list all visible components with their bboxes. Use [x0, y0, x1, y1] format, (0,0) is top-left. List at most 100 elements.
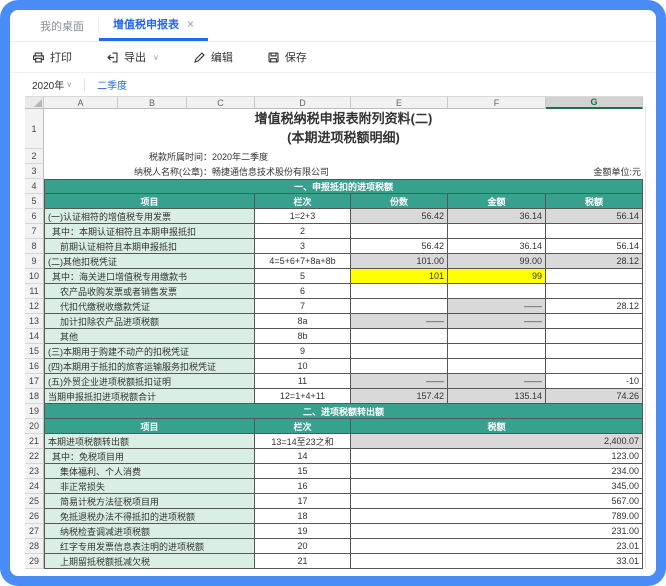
row-number[interactable]: 23: [25, 464, 44, 479]
value-cell[interactable]: 123.00: [351, 449, 643, 464]
row-number[interactable]: 11: [25, 284, 44, 299]
item-cell[interactable]: 红字专用发票信息表注明的进项税额: [44, 539, 255, 554]
value-cell[interactable]: [351, 224, 448, 239]
row-number[interactable]: 8: [25, 239, 44, 254]
value-cell[interactable]: 28.12: [546, 299, 643, 314]
row-number[interactable]: 3: [25, 164, 44, 179]
line-number-cell[interactable]: 19: [255, 524, 351, 539]
row-number[interactable]: 25: [25, 494, 44, 509]
value-cell[interactable]: 99: [448, 269, 546, 284]
value-cell[interactable]: 567.00: [351, 494, 643, 509]
line-number-cell[interactable]: 18: [255, 509, 351, 524]
line-number-cell[interactable]: 9: [255, 344, 351, 359]
item-cell[interactable]: 免抵退税办法不得抵扣的进项税额: [44, 509, 255, 524]
line-number-cell[interactable]: 2: [255, 224, 351, 239]
item-cell[interactable]: 集体福利、个人消费: [44, 464, 255, 479]
value-cell[interactable]: [351, 359, 448, 374]
value-cell[interactable]: 2,400.07: [351, 434, 643, 449]
line-number-cell[interactable]: 15: [255, 464, 351, 479]
value-cell[interactable]: -10: [546, 374, 643, 389]
tab-my-desktop[interactable]: 我的桌面: [26, 10, 98, 41]
row-number[interactable]: 19: [25, 404, 44, 419]
period-row-cell[interactable]: 税款所属时间： 2020年二季度: [44, 149, 643, 164]
item-cell[interactable]: 简易计税方法征税项目用: [44, 494, 255, 509]
value-cell[interactable]: [546, 224, 643, 239]
row-number[interactable]: 26: [25, 509, 44, 524]
line-number-cell[interactable]: 11: [255, 374, 351, 389]
row-number[interactable]: 10: [25, 269, 44, 284]
row-number[interactable]: 6: [25, 209, 44, 224]
row-number[interactable]: 7: [25, 224, 44, 239]
row-number[interactable]: 5: [25, 194, 44, 209]
row-number[interactable]: 28: [25, 539, 44, 554]
column-header-G[interactable]: G: [546, 96, 643, 109]
column-header-B[interactable]: B: [118, 96, 187, 109]
line-number-cell[interactable]: 21: [255, 554, 351, 569]
row-number[interactable]: 2: [25, 149, 44, 164]
line-number-cell[interactable]: 4=5+6+7+8a+8b: [255, 254, 351, 269]
row-number[interactable]: 17: [25, 374, 44, 389]
value-cell[interactable]: [351, 329, 448, 344]
row-number[interactable]: 12: [25, 299, 44, 314]
year-chevron-down-icon[interactable]: ∨: [66, 80, 72, 89]
value-cell[interactable]: 36.14: [448, 209, 546, 224]
value-cell[interactable]: [448, 344, 546, 359]
value-cell[interactable]: 231.00: [351, 524, 643, 539]
line-number-cell[interactable]: 3: [255, 239, 351, 254]
column-header-F[interactable]: F: [448, 96, 546, 109]
value-cell[interactable]: 99.00: [448, 254, 546, 269]
line-number-cell[interactable]: 12=1+4+11: [255, 389, 351, 404]
line-number-cell[interactable]: 6: [255, 284, 351, 299]
value-cell[interactable]: [546, 284, 643, 299]
row-number[interactable]: 4: [25, 179, 44, 194]
row-number[interactable]: 15: [25, 344, 44, 359]
value-cell[interactable]: 33.01: [351, 554, 643, 569]
value-cell[interactable]: [351, 344, 448, 359]
value-cell[interactable]: 74.26: [546, 389, 643, 404]
row-number[interactable]: 16: [25, 359, 44, 374]
print-button[interactable]: 打印: [32, 49, 72, 65]
value-cell[interactable]: 28.12: [546, 254, 643, 269]
row-number[interactable]: 1: [25, 109, 44, 149]
line-number-cell[interactable]: 20: [255, 539, 351, 554]
item-cell[interactable]: (二)其他扣税凭证: [44, 254, 255, 269]
item-cell[interactable]: 非正常损失: [44, 479, 255, 494]
row-number[interactable]: 22: [25, 449, 44, 464]
row-number[interactable]: 14: [25, 329, 44, 344]
item-cell[interactable]: 其中：免税项目用: [44, 449, 255, 464]
value-cell[interactable]: ——: [448, 314, 546, 329]
item-cell[interactable]: (四)本期用于抵扣的旅客运输服务扣税凭证: [44, 359, 255, 374]
column-header-A[interactable]: A: [44, 96, 118, 109]
value-cell[interactable]: [546, 344, 643, 359]
form-title-cell[interactable]: 增值税纳税申报表附列资料(二) (本期进项税额明细): [44, 109, 643, 149]
value-cell[interactable]: ——: [351, 374, 448, 389]
row-number[interactable]: 18: [25, 389, 44, 404]
row-number[interactable]: 9: [25, 254, 44, 269]
item-cell[interactable]: (五)外贸企业进项税额抵扣证明: [44, 374, 255, 389]
value-cell[interactable]: 56.42: [351, 239, 448, 254]
item-cell[interactable]: 农产品收购发票或者销售发票: [44, 284, 255, 299]
scrollbar-track[interactable]: [645, 106, 646, 568]
value-cell[interactable]: 36.14: [448, 239, 546, 254]
column-header-D[interactable]: D: [255, 96, 351, 109]
value-cell[interactable]: 135.14: [448, 389, 546, 404]
value-cell[interactable]: 56.14: [546, 239, 643, 254]
save-button[interactable]: 保存: [267, 49, 307, 65]
value-cell[interactable]: 101: [351, 269, 448, 284]
row-number[interactable]: 29: [25, 554, 44, 569]
value-cell[interactable]: 56.14: [546, 209, 643, 224]
line-number-cell[interactable]: 1=2+3: [255, 209, 351, 224]
row-number[interactable]: 13: [25, 314, 44, 329]
line-number-cell[interactable]: 14: [255, 449, 351, 464]
value-cell[interactable]: [448, 284, 546, 299]
value-cell[interactable]: [448, 224, 546, 239]
item-cell[interactable]: (一)认证相符的增值税专用发票: [44, 209, 255, 224]
value-cell[interactable]: ——: [448, 299, 546, 314]
value-cell[interactable]: [546, 329, 643, 344]
value-cell[interactable]: 23.01: [351, 539, 643, 554]
select-all-corner[interactable]: [25, 96, 44, 109]
value-cell[interactable]: [546, 314, 643, 329]
taxpayer-row-cell[interactable]: 纳税人名称(公章)： 畅捷通信息技术股份有限公司 金额单位:元: [44, 164, 643, 179]
value-cell[interactable]: [448, 359, 546, 374]
edit-button[interactable]: 编辑: [193, 49, 233, 65]
